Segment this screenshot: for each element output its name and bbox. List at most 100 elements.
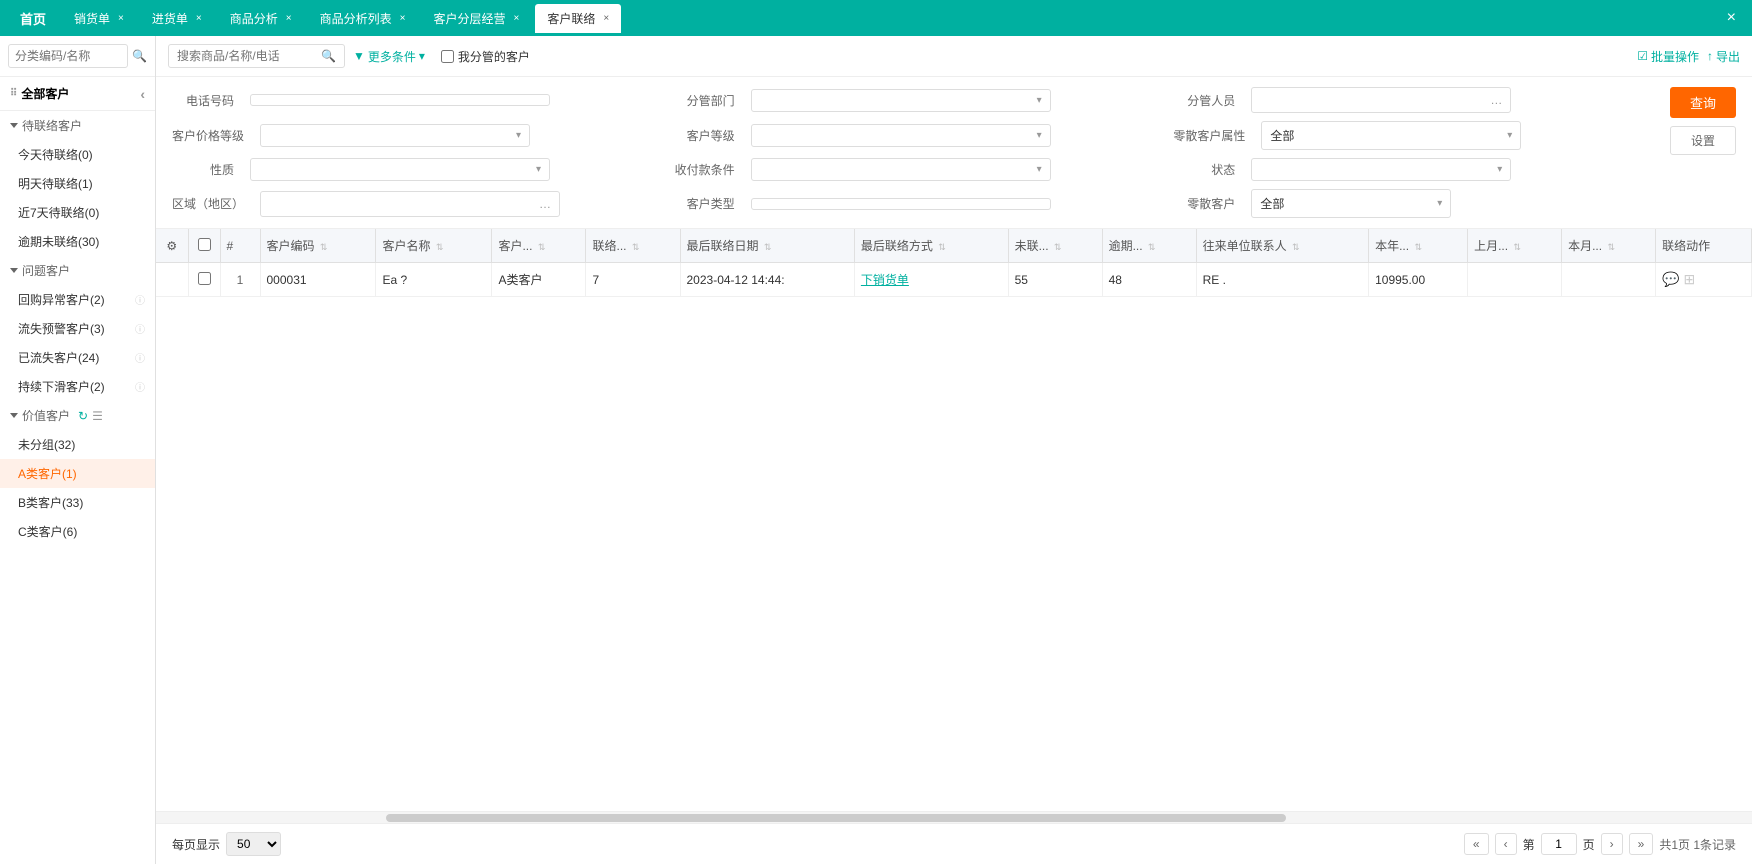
filter-retail-attr-label: 零散客户属性: [1173, 127, 1253, 144]
dept-chevron: ▾: [1037, 95, 1042, 106]
sidebar-all-customers[interactable]: ⠿ 全部客户 ‹: [0, 77, 155, 111]
nav-product-analysis[interactable]: 商品分析 ×: [218, 4, 304, 33]
th-category[interactable]: 客户... ⇅: [492, 229, 586, 263]
page-input[interactable]: [1541, 833, 1577, 855]
sidebar-item-repurchase-abnormal[interactable]: 回购异常客户(2) ⓘ: [0, 285, 155, 314]
filter-price-grade-select[interactable]: ▾: [260, 124, 530, 147]
cell-last-method[interactable]: 下销货单: [854, 263, 1008, 297]
nav-purchase[interactable]: 进货单 ×: [140, 4, 214, 33]
sidebar-item-declining[interactable]: 持续下滑客户(2) ⓘ: [0, 372, 155, 401]
nav-sales-close[interactable]: ×: [118, 13, 124, 24]
sidebar-item-today[interactable]: 今天待联络(0): [0, 140, 155, 169]
sidebar-item-7days[interactable]: 近7天待联络(0): [0, 198, 155, 227]
sidebar-item-overdue[interactable]: 逾期未联络(30): [0, 227, 155, 256]
sidebar-item-b-class[interactable]: B类客户(33): [0, 488, 155, 517]
th-gear[interactable]: ⚙: [156, 229, 188, 263]
export-btn[interactable]: ↑ 导出: [1707, 48, 1740, 65]
next-page-btn[interactable]: ›: [1601, 833, 1623, 855]
page-size-select[interactable]: 50 100 200: [226, 832, 281, 856]
th-last-date[interactable]: 最后联络日期 ⇅: [680, 229, 854, 263]
value-group-config[interactable]: ☰: [92, 409, 103, 423]
filter-retail-customer-select[interactable]: 全部▾: [1251, 189, 1451, 218]
nav-product-analysis-list-close[interactable]: ×: [400, 13, 406, 24]
filter-customer-type-input[interactable]: [751, 198, 1051, 210]
sidebar-collapse-icon[interactable]: ‹: [140, 86, 145, 102]
nav-product-analysis-list[interactable]: 商品分析列表 ×: [308, 4, 418, 33]
nav-customer-tier[interactable]: 客户分层经营 ×: [421, 4, 531, 33]
toolbar-right: ☑ 批量操作 ↑ 导出: [1637, 48, 1740, 65]
last-method-link[interactable]: 下销货单: [861, 273, 909, 287]
first-page-btn[interactable]: «: [1464, 833, 1489, 855]
sidebar-item-churned[interactable]: 已流失客户(24) ⓘ: [0, 343, 155, 372]
th-code[interactable]: 客户编码 ⇅: [260, 229, 376, 263]
filter-nature-select[interactable]: ▾: [250, 158, 550, 181]
th-contact[interactable]: 联络... ⇅: [586, 229, 680, 263]
nav-purchase-close[interactable]: ×: [196, 13, 202, 24]
cell-name: Ea ?: [376, 263, 492, 297]
th-no-contact[interactable]: 未联... ⇅: [1008, 229, 1102, 263]
sidebar-value-title[interactable]: 价值客户 ↻ ☰: [0, 401, 155, 430]
search-input[interactable]: [177, 49, 317, 63]
action-more-icon[interactable]: ⊞: [1684, 271, 1696, 288]
th-this-month[interactable]: 本月... ⇅: [1562, 229, 1656, 263]
filter-payment-select[interactable]: ▾: [751, 158, 1051, 181]
person-dots[interactable]: …: [1490, 93, 1502, 107]
filter-status-select[interactable]: ▾: [1251, 158, 1511, 181]
th-check[interactable]: [188, 229, 220, 263]
my-customers-wrap[interactable]: 我分管的客户: [441, 48, 530, 65]
action-message-icon[interactable]: 💬: [1662, 271, 1679, 288]
scrollbar-track: [156, 814, 1752, 823]
value-group-edit[interactable]: ↻: [78, 409, 88, 423]
sidebar-item-a-class[interactable]: A类客户(1): [0, 459, 155, 488]
sidebar-item-ungrouped[interactable]: 未分组(32): [0, 430, 155, 459]
th-overdue[interactable]: 逾期... ⇅: [1102, 229, 1196, 263]
page-size-wrap: 每页显示 50 100 200: [172, 832, 281, 856]
nav-sales[interactable]: 销货单 ×: [62, 4, 136, 33]
payment-chevron: ▾: [1037, 164, 1042, 175]
filter-customer-grade-select[interactable]: ▾: [751, 124, 1051, 147]
th-last-method[interactable]: 最后联络方式 ⇅: [854, 229, 1008, 263]
nav-home[interactable]: 首页: [8, 3, 58, 34]
nav-product-analysis-close[interactable]: ×: [286, 13, 292, 24]
sidebar-search-icon[interactable]: 🔍: [132, 49, 147, 63]
nav-customer-contact-close[interactable]: ×: [603, 13, 609, 24]
filter-region-input[interactable]: …: [260, 191, 560, 217]
region-dots[interactable]: …: [539, 197, 551, 211]
export-icon: ↑: [1707, 49, 1713, 63]
filter-phone-label: 电话号码: [172, 92, 242, 109]
sidebar-item-churn-warning[interactable]: 流失预警客户(3) ⓘ: [0, 314, 155, 343]
filter-person-select[interactable]: …: [1251, 87, 1511, 113]
filter-phone-input[interactable]: [250, 94, 550, 106]
th-this-year[interactable]: 本年... ⇅: [1369, 229, 1468, 263]
filter-btn[interactable]: ▼ 更多条件 ▾: [353, 48, 425, 65]
search-icon[interactable]: 🔍: [321, 49, 336, 63]
settings-btn[interactable]: 设置: [1670, 126, 1736, 155]
select-all-checkbox[interactable]: [198, 238, 211, 251]
sidebar-problem-title[interactable]: 问题客户: [0, 256, 155, 285]
my-customers-checkbox[interactable]: [441, 50, 454, 63]
window-close[interactable]: ×: [1719, 5, 1744, 31]
query-btn[interactable]: 查询: [1670, 87, 1736, 118]
th-unit-contact[interactable]: 往来单位联系人 ⇅: [1196, 229, 1369, 263]
sidebar-pending-title[interactable]: 待联络客户: [0, 111, 155, 140]
info-icon-0: ⓘ: [135, 292, 145, 307]
th-name[interactable]: 客户名称 ⇅: [376, 229, 492, 263]
sidebar-item-tomorrow[interactable]: 明天待联络(1): [0, 169, 155, 198]
th-last-month[interactable]: 上月... ⇅: [1468, 229, 1562, 263]
filter-retail-attr-select[interactable]: 全部▾: [1261, 121, 1521, 150]
filter-retail-customer: 零散客户 全部▾: [1173, 189, 1654, 218]
sort-contact: ⇅: [632, 242, 640, 252]
row-checkbox-0[interactable]: [198, 272, 211, 285]
nav-customer-tier-close[interactable]: ×: [513, 13, 519, 24]
cell-check[interactable]: [188, 263, 220, 297]
nav-customer-contact[interactable]: 客户联络 ×: [535, 4, 621, 33]
filter-dept-select[interactable]: ▾: [751, 89, 1051, 112]
bottom-scrollbar[interactable]: [156, 811, 1752, 823]
last-page-btn[interactable]: »: [1629, 833, 1654, 855]
batch-op-btn[interactable]: ☑ 批量操作: [1637, 48, 1699, 65]
cell-num: 1: [220, 263, 260, 297]
prev-page-btn[interactable]: ‹: [1495, 833, 1517, 855]
sort-code: ⇅: [320, 242, 328, 252]
sidebar-search-input[interactable]: [8, 44, 128, 68]
sidebar-item-c-class[interactable]: C类客户(6): [0, 517, 155, 546]
